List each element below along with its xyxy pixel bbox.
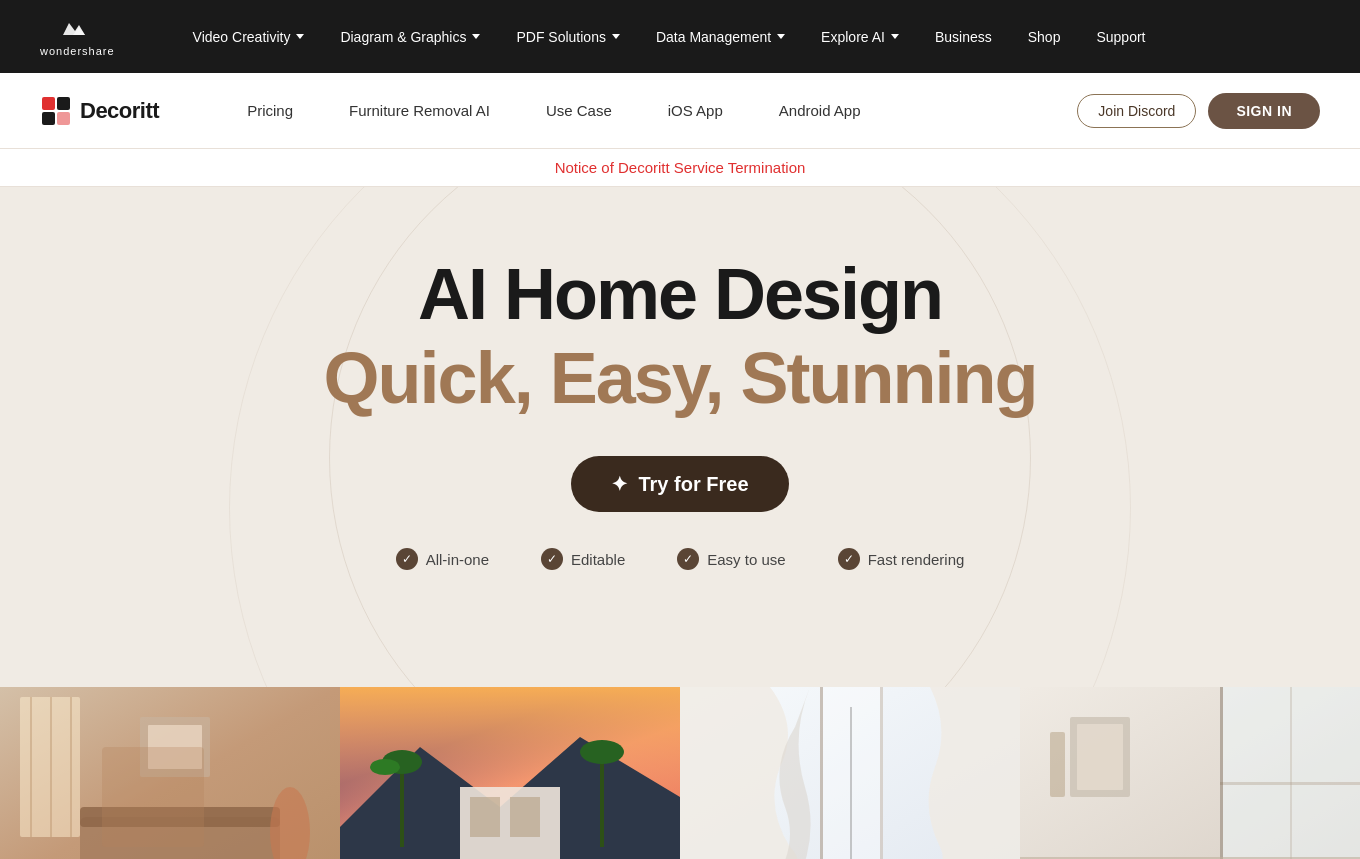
svg-rect-12 [80, 807, 280, 827]
image-tile-3[interactable] [680, 687, 1020, 859]
nav-item-business[interactable]: Business [917, 0, 1010, 73]
svg-rect-10 [148, 725, 202, 769]
nav-item-explore-ai[interactable]: Explore AI [803, 0, 917, 73]
nav-item-diagram-graphics[interactable]: Diagram & Graphics [322, 0, 498, 73]
wondershare-logo-text: wondershare [40, 45, 115, 57]
sub-nav-furniture-removal[interactable]: Furniture Removal AI [321, 73, 518, 149]
chevron-down-icon [777, 34, 785, 39]
svg-rect-18 [510, 797, 540, 837]
svg-rect-2 [42, 112, 55, 125]
chevron-down-icon [891, 34, 899, 39]
check-icon: ✓ [677, 548, 699, 570]
sub-nav-items: Pricing Furniture Removal AI Use Case iO… [219, 73, 1077, 149]
nav-item-support[interactable]: Support [1078, 0, 1163, 73]
feature-easy-to-use: ✓ Easy to use [677, 548, 785, 570]
hero-features: ✓ All-in-one ✓ Editable ✓ Easy to use ✓ … [40, 548, 1320, 570]
sub-nav-use-case[interactable]: Use Case [518, 73, 640, 149]
svg-rect-6 [30, 697, 32, 837]
svg-rect-26 [820, 687, 823, 859]
nav-item-video-creativity[interactable]: Video Creativity [175, 0, 323, 73]
hero-section: AI Home Design Quick, Easy, Stunning ✦ T… [0, 187, 1360, 687]
sub-nav-actions: Join Discord SIGN IN [1077, 93, 1320, 129]
svg-rect-38 [1050, 732, 1065, 797]
chevron-down-icon [472, 34, 480, 39]
sub-nav-ios-app[interactable]: iOS App [640, 73, 751, 149]
svg-rect-8 [70, 697, 72, 837]
feature-editable: ✓ Editable [541, 548, 625, 570]
sign-in-button[interactable]: SIGN IN [1208, 93, 1320, 129]
svg-point-21 [370, 759, 400, 775]
sparkle-icon: ✦ [611, 472, 628, 496]
hero-title-line1: AI Home Design [40, 257, 1320, 333]
sub-nav-android-app[interactable]: Android App [751, 73, 889, 149]
nav-item-data-management[interactable]: Data Management [638, 0, 803, 73]
hero-title-line2: Quick, Easy, Stunning [40, 341, 1320, 417]
chevron-down-icon [612, 34, 620, 39]
svg-rect-37 [1077, 724, 1123, 790]
svg-rect-1 [57, 97, 70, 110]
feature-all-in-one: ✓ All-in-one [396, 548, 489, 570]
try-free-button[interactable]: ✦ Try for Free [571, 456, 788, 512]
svg-rect-3 [57, 112, 70, 125]
svg-rect-22 [600, 757, 604, 847]
svg-rect-29 [823, 687, 883, 859]
check-icon: ✓ [838, 548, 860, 570]
image-tile-2[interactable] [340, 687, 680, 859]
sub-nav-pricing[interactable]: Pricing [219, 73, 321, 149]
image-grid [0, 687, 1360, 859]
image-tile-4[interactable] [1020, 687, 1360, 859]
top-navigation: wondershare Video Creativity Diagram & G… [0, 0, 1360, 73]
svg-rect-35 [1223, 687, 1360, 859]
svg-rect-19 [400, 767, 404, 847]
wondershare-logo[interactable]: wondershare [40, 17, 115, 57]
svg-rect-0 [42, 97, 55, 110]
image-tile-1[interactable] [0, 687, 340, 859]
notice-bar[interactable]: Notice of Decoritt Service Termination [0, 149, 1360, 187]
feature-fast-rendering: ✓ Fast rendering [838, 548, 965, 570]
join-discord-button[interactable]: Join Discord [1077, 94, 1196, 128]
check-icon: ✓ [396, 548, 418, 570]
top-nav-items: Video Creativity Diagram & Graphics PDF … [175, 0, 1320, 73]
check-icon: ✓ [541, 548, 563, 570]
svg-point-23 [580, 740, 624, 764]
nav-item-shop[interactable]: Shop [1010, 0, 1079, 73]
decoritt-logo-text: Decoritt [80, 98, 159, 124]
decoritt-logo[interactable]: Decoritt [40, 95, 159, 127]
nav-item-pdf-solutions[interactable]: PDF Solutions [498, 0, 637, 73]
svg-rect-7 [50, 697, 52, 837]
sub-navigation: Decoritt Pricing Furniture Removal AI Us… [0, 73, 1360, 149]
svg-rect-17 [470, 797, 500, 837]
svg-rect-32 [1220, 687, 1223, 859]
chevron-down-icon [296, 34, 304, 39]
